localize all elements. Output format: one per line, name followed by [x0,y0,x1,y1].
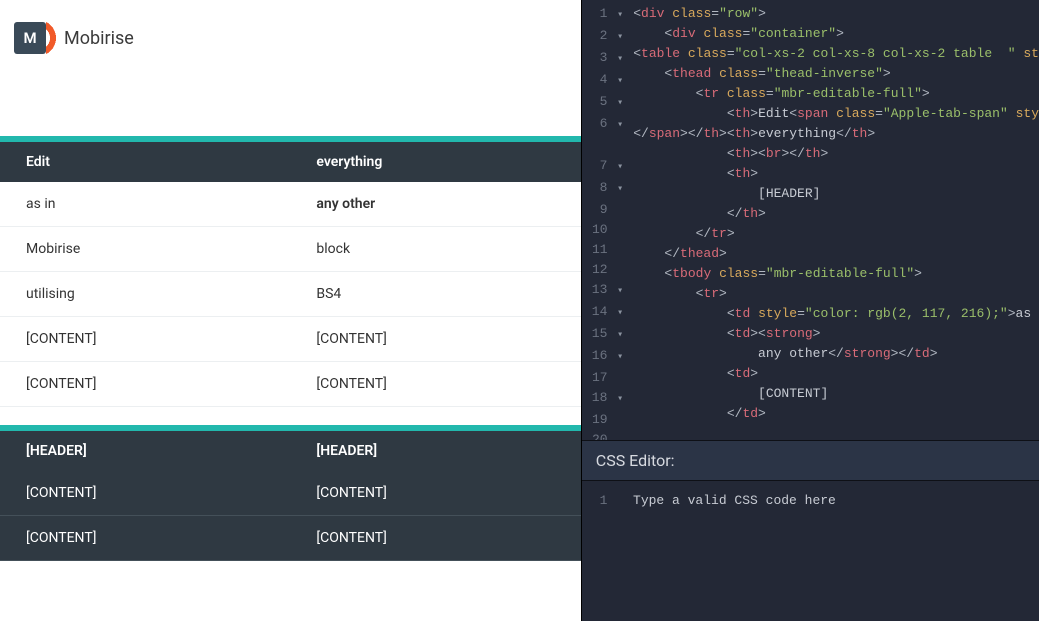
code-pane: 1 ▾ 2 ▾ 3 ▾ 4 ▾ 5 ▾ 6 ▾ 7 ▾ 8 ▾ 9 10 11 … [581,0,1039,621]
code-line[interactable]: </td> [633,404,1039,424]
css-editor-title: CSS Editor: [582,440,1039,481]
table-row[interactable]: [CONTENT][CONTENT] [0,317,581,362]
table-cell[interactable]: [CONTENT] [290,471,580,516]
table1-wrap: Edit everything as inany otherMobirisebl… [0,136,581,407]
table2-h1[interactable]: [HEADER] [0,431,290,471]
table-row[interactable]: Mobiriseblock [0,227,581,272]
table1-body: as inany otherMobiriseblockutilisingBS4[… [0,182,581,407]
code-line[interactable]: <th><br></th> [633,144,1039,164]
logo-letter: M [23,29,36,47]
table1-h2[interactable]: everything [290,142,580,182]
code-line[interactable]: [CONTENT] [633,384,1039,404]
table-row[interactable]: as inany other [0,182,581,227]
table2-body: [CONTENT][CONTENT][CONTENT][CONTENT] [0,471,581,561]
table-cell[interactable]: BS4 [290,272,580,317]
table-row[interactable]: utilisingBS4 [0,272,581,317]
code-line[interactable]: </span></th><th>everything</th> [633,124,1039,144]
table-cell[interactable]: Mobirise [0,227,290,272]
code-line[interactable]: any other</strong></td> [633,344,1039,364]
code-line[interactable]: <th>Edit<span class="Apple-tab-span" sty [633,104,1039,124]
table-cell[interactable]: block [290,227,580,272]
code-line[interactable]: [HEADER] [633,184,1039,204]
code-line[interactable]: <td style="color: rgb(2, 117, 216);">as [633,304,1039,324]
html-gutter: 1 ▾ 2 ▾ 3 ▾ 4 ▾ 5 ▾ 6 ▾ 7 ▾ 8 ▾ 9 10 11 … [582,0,629,440]
code-line[interactable]: <td> [633,364,1039,384]
css-code-lines[interactable]: Type a valid CSS code here [629,481,836,621]
table-cell[interactable]: [CONTENT] [0,516,290,561]
table1-h1[interactable]: Edit [0,142,290,182]
code-line[interactable]: <td><strong> [633,324,1039,344]
css-gutter: 1 [582,481,629,621]
table-cell[interactable]: [CONTENT] [0,362,290,407]
code-line[interactable]: <div class="row"> [633,4,1039,24]
table-cell[interactable]: [CONTENT] [0,317,290,362]
table2-h2[interactable]: [HEADER] [290,431,580,471]
code-line[interactable]: <tr> [633,284,1039,304]
table-cell[interactable]: as in [0,182,290,227]
code-line[interactable]: </th> [633,204,1039,224]
table-cell[interactable]: utilising [0,272,290,317]
code-line[interactable]: <th> [633,164,1039,184]
table-row[interactable]: [CONTENT][CONTENT] [0,362,581,407]
code-line[interactable]: </tr> [633,224,1039,244]
table-cell[interactable]: any other [290,182,580,227]
code-line[interactable]: Type a valid CSS code here [633,491,836,511]
code-line[interactable]: </thead> [633,244,1039,264]
table-row[interactable]: [CONTENT][CONTENT] [0,471,581,516]
code-line[interactable]: <tbody class="mbr-editable-full"> [633,264,1039,284]
brand-title: Mobirise [64,28,134,49]
css-editor[interactable]: 1 Type a valid CSS code here [582,481,1039,621]
table-cell[interactable]: [CONTENT] [290,317,580,362]
code-line[interactable]: <div class="container"> [633,24,1039,44]
table1-head: Edit everything [0,142,581,182]
preview-pane: M Mobirise Edit everything as inany othe… [0,0,581,621]
html-editor[interactable]: 1 ▾ 2 ▾ 3 ▾ 4 ▾ 5 ▾ 6 ▾ 7 ▾ 8 ▾ 9 10 11 … [582,0,1039,440]
table-cell[interactable]: [CONTENT] [290,516,580,561]
code-line[interactable]: <thead class="thead-inverse"> [633,64,1039,84]
table2-head: [HEADER] [HEADER] [0,431,581,471]
brand-bar: M Mobirise [0,0,581,76]
preview-table-1[interactable]: Edit everything as inany otherMobirisebl… [0,142,581,407]
table-cell[interactable]: [CONTENT] [0,471,290,516]
preview-table-2[interactable]: [HEADER] [HEADER] [CONTENT][CONTENT][CON… [0,431,581,561]
code-line[interactable]: <table class="col-xs-2 col-xs-8 col-xs-2… [633,44,1039,64]
table-row[interactable]: [CONTENT][CONTENT] [0,516,581,561]
code-line[interactable]: <tr class="mbr-editable-full"> [633,84,1039,104]
table-cell[interactable]: [CONTENT] [290,362,580,407]
mobirise-logo-icon: M [14,22,46,54]
html-code-lines[interactable]: <div class="row"> <div class="container"… [629,0,1039,440]
